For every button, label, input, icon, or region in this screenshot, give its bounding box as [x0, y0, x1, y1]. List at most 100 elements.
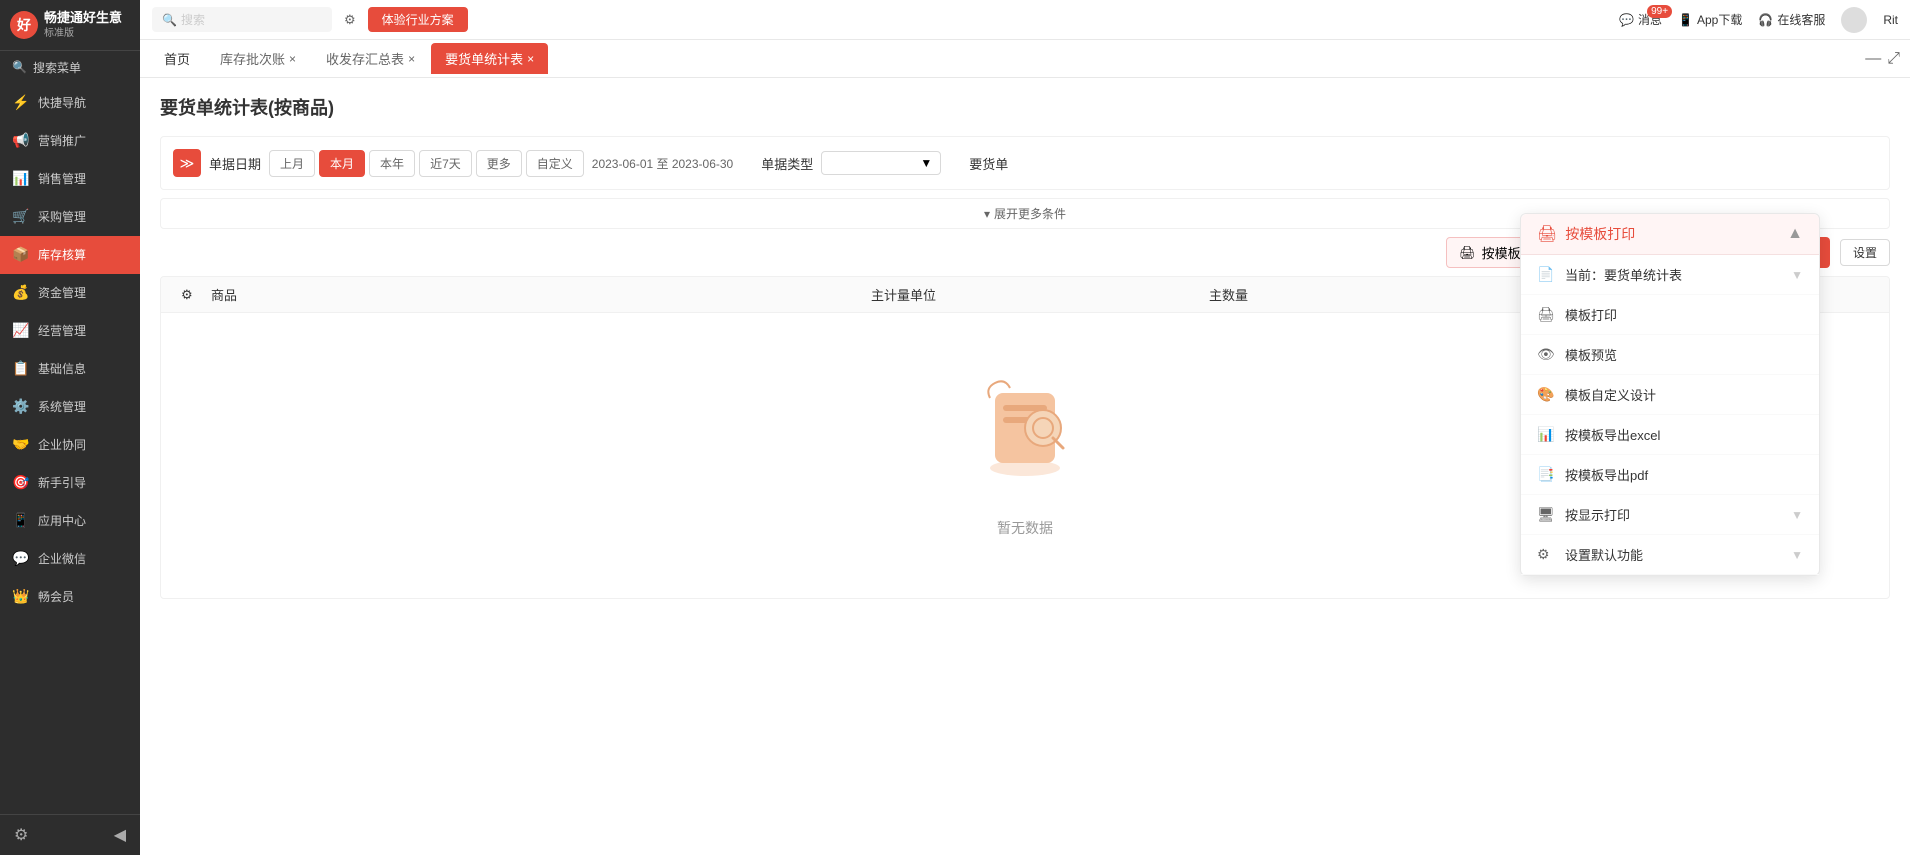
template-excel-label: 按模板导出excel [1565, 425, 1660, 444]
tab-maximize-button[interactable]: ⤢ [1887, 50, 1900, 68]
sidebar-item-app-center[interactable]: 📱 应用中心 [0, 502, 140, 540]
collapse-icon[interactable]: ◀ [114, 825, 126, 845]
sidebar-item-label: 基础信息 [38, 360, 86, 377]
tab-home[interactable]: 首页 [150, 43, 204, 74]
service-label: 在线客服 [1777, 11, 1825, 28]
sidebar-nav: ⚡ 快捷导航 📢 营销推广 📊 销售管理 🛒 采购管理 📦 库存核算 💰 资金管… [0, 84, 140, 814]
dropdown-template-print[interactable]: 🖨 模板打印 [1521, 295, 1819, 335]
pdf-icon: 📑 [1537, 466, 1555, 483]
dropdown-set-default[interactable]: ⚙ 设置默认功能 ▼ [1521, 535, 1819, 575]
topbar-gear-icon[interactable]: ⚙ [344, 12, 356, 28]
filter-bar: ≫ 单据日期 上月 本月 本年 近7天 更多 自定义 2023-06-01 至 … [160, 136, 1890, 190]
date-btn-custom[interactable]: 自定义 [526, 150, 584, 177]
dropdown-arrow-icon: ▼ [920, 156, 932, 170]
dropdown-title: 按模板打印 [1565, 224, 1635, 244]
quick-nav-icon: ⚡ [12, 94, 30, 112]
purchase-icon: 🛒 [12, 208, 30, 226]
date-filter-label: 单据日期 [209, 154, 261, 173]
sidebar-item-label: 快捷导航 [38, 94, 86, 111]
trial-button[interactable]: 体验行业方案 [368, 7, 468, 32]
empty-illustration [975, 373, 1075, 502]
sidebar-item-purchase[interactable]: 🛒 采购管理 [0, 198, 140, 236]
sidebar-item-guide[interactable]: 🎯 新手引导 [0, 464, 140, 502]
sidebar-logo: 好 畅捷通好生意 标准版 [0, 0, 140, 51]
sidebar-item-cooperation[interactable]: 🤝 企业协同 [0, 426, 140, 464]
sidebar-item-quick-nav[interactable]: ⚡ 快捷导航 [0, 84, 140, 122]
dropdown-close-button[interactable]: ▲ [1787, 225, 1803, 243]
col-unit: 主计量单位 [863, 285, 1201, 304]
settings-button[interactable]: 设置 [1840, 239, 1890, 266]
tab-home-label: 首页 [164, 49, 190, 68]
dropdown-template-preview[interactable]: 👁 模板预览 [1521, 335, 1819, 375]
online-service-button[interactable]: 🎧 在线客服 [1758, 11, 1825, 28]
sidebar-item-label: 采购管理 [38, 208, 86, 225]
date-buttons: 上月 本月 本年 近7天 更多 自定义 2023-06-01 至 2023-06… [269, 150, 733, 177]
tab-batch-account-close[interactable]: × [289, 52, 296, 66]
user-avatar[interactable] [1841, 7, 1867, 33]
display-print-icon: 🖥 [1537, 506, 1555, 523]
sidebar-item-finance[interactable]: 💰 资金管理 [0, 274, 140, 312]
type-filter-select[interactable]: ▼ [821, 151, 941, 175]
template-print-label: 模板打印 [1565, 305, 1617, 324]
set-default-icon: ⚙ [1537, 546, 1555, 563]
sidebar-item-basics[interactable]: 📋 基础信息 [0, 350, 140, 388]
tab-order-summary[interactable]: 要货单统计表 × [431, 43, 548, 74]
tab-batch-account[interactable]: 库存批次账 × [206, 43, 310, 74]
filter-expand-icon[interactable]: ≫ [173, 149, 201, 177]
tabbar-right: — ⤢ [1865, 50, 1900, 68]
sidebar-item-label: 库存核算 [38, 246, 86, 263]
expand-more-label[interactable]: 展开更多条件 [994, 205, 1066, 222]
dropdown-template-excel[interactable]: 📊 按模板导出excel [1521, 415, 1819, 455]
app-download-label: App下载 [1697, 11, 1742, 28]
app-center-icon: 📱 [12, 512, 30, 530]
app-download-button[interactable]: 📱 App下载 [1678, 11, 1742, 28]
page-title: 要货单统计表(按商品) [160, 94, 1890, 120]
date-btn-last-month[interactable]: 上月 [269, 150, 315, 177]
inventory-icon: 📦 [12, 246, 30, 264]
tab-collection-summary[interactable]: 收发存汇总表 × [312, 43, 429, 74]
cooperation-icon: 🤝 [12, 436, 30, 454]
tab-collection-label: 收发存汇总表 [326, 49, 404, 68]
display-print-arrow: ▼ [1791, 508, 1803, 522]
topbar: 🔍 搜索 ⚙ 体验行业方案 💬 消息 99+ 📱 App下载 🎧 在线客服 Ri… [140, 0, 1910, 40]
tab-minimize-button[interactable]: — [1865, 50, 1881, 68]
current-template-arrow: ▼ [1791, 268, 1803, 282]
sidebar-search-label: 搜索菜单 [33, 59, 81, 76]
excel-icon: 📊 [1537, 426, 1555, 443]
sidebar-search[interactable]: 🔍 搜索菜单 [0, 51, 140, 84]
sidebar-item-label: 系统管理 [38, 398, 86, 415]
sidebar-item-label: 销售管理 [38, 170, 86, 187]
date-range-display: 2023-06-01 至 2023-06-30 [592, 155, 733, 172]
sidebar-item-wechat[interactable]: 💬 企业微信 [0, 540, 140, 578]
sidebar: 好 畅捷通好生意 标准版 🔍 搜索菜单 ⚡ 快捷导航 📢 营销推广 📊 销售管理… [0, 0, 140, 855]
sidebar-item-operations[interactable]: 📈 经营管理 [0, 312, 140, 350]
date-btn-this-month[interactable]: 本月 [319, 150, 365, 177]
dropdown-template-pdf[interactable]: 📑 按模板导出pdf [1521, 455, 1819, 495]
type-filter-label: 单据类型 [761, 154, 813, 173]
sidebar-item-sales[interactable]: 📊 销售管理 [0, 160, 140, 198]
dropdown-template-design[interactable]: 🎨 模板自定义设计 [1521, 375, 1819, 415]
sidebar-item-inventory[interactable]: 📦 库存核算 [0, 236, 140, 274]
settings-bottom-icon[interactable]: ⚙ [14, 825, 28, 845]
sidebar-item-marketing[interactable]: 📢 营销推广 [0, 122, 140, 160]
phone-icon: 📱 [1678, 13, 1693, 27]
date-btn-more[interactable]: 更多 [476, 150, 522, 177]
basics-icon: 📋 [12, 360, 30, 378]
date-btn-this-year[interactable]: 本年 [369, 150, 415, 177]
finance-icon: 💰 [12, 284, 30, 302]
tab-order-label: 要货单统计表 [445, 49, 523, 68]
sidebar-item-member[interactable]: 👑 畅会员 [0, 578, 140, 616]
empty-text: 暂无数据 [997, 518, 1053, 538]
col-settings[interactable]: ⚙ [173, 287, 203, 303]
tab-collection-close[interactable]: × [408, 52, 415, 66]
date-btn-7days[interactable]: 近7天 [419, 150, 472, 177]
dropdown-current-template[interactable]: 📄 当前：要货单统计表 ▼ [1521, 255, 1819, 295]
main-area: 🔍 搜索 ⚙ 体验行业方案 💬 消息 99+ 📱 App下载 🎧 在线客服 Ri… [140, 0, 1910, 855]
sidebar-item-system[interactable]: ⚙️ 系统管理 [0, 388, 140, 426]
tab-order-close[interactable]: × [527, 52, 534, 66]
topbar-search[interactable]: 🔍 搜索 [152, 7, 332, 32]
dropdown-display-print[interactable]: 🖥 按显示打印 ▼ [1521, 495, 1819, 535]
col-product: 商品 [203, 285, 863, 304]
message-button[interactable]: 💬 消息 99+ [1619, 11, 1662, 28]
app-version: 标准版 [44, 27, 122, 40]
